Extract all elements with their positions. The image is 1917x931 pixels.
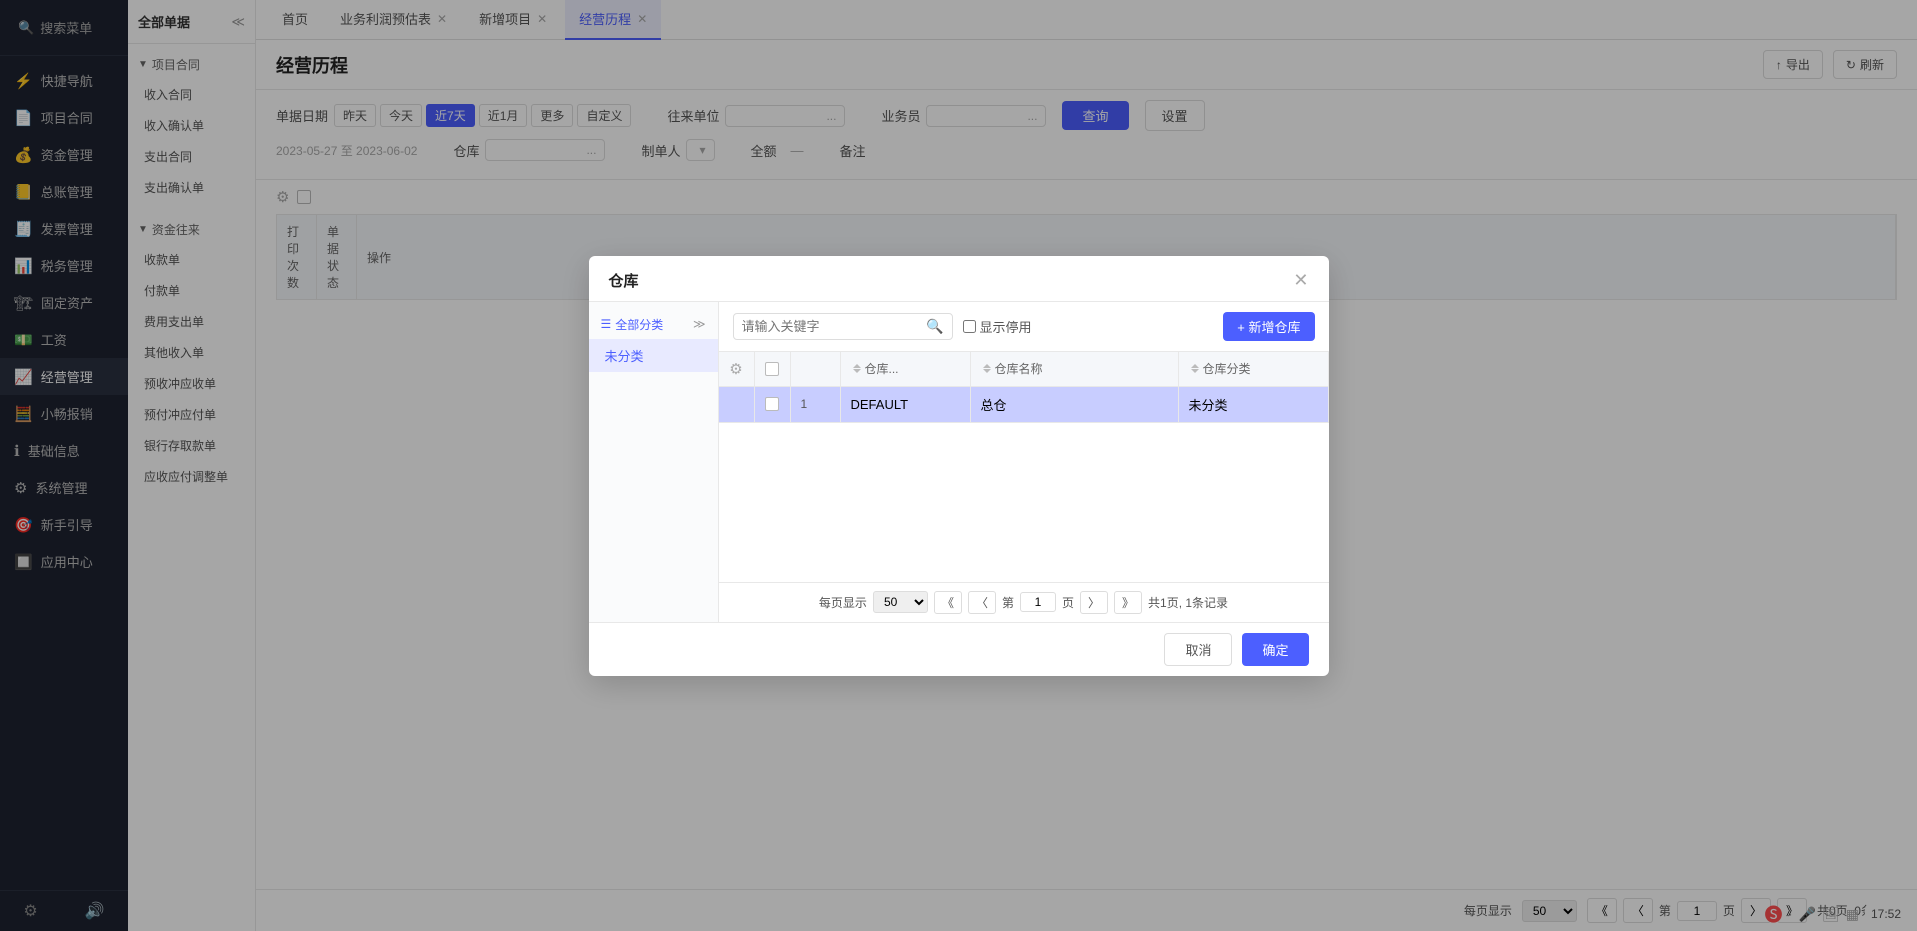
all-category-label: 全部分类 xyxy=(615,316,663,333)
add-warehouse-label: + 新增仓库 xyxy=(1237,317,1300,336)
dialog-close-button[interactable]: ✕ xyxy=(1293,270,1308,291)
dialog-table-row[interactable]: 1 DEFAULT 总仓 未分类 xyxy=(719,387,1329,423)
dialog-last-page[interactable]: 》 xyxy=(1114,591,1142,614)
show-disabled-text: 显示停用 xyxy=(980,317,1032,336)
dialog-row-checkbox-1[interactable] xyxy=(765,397,779,411)
dialog-th-name: 仓库名称 xyxy=(971,352,1179,386)
dialog-th-code-label: 仓库... xyxy=(865,360,899,377)
warehouse-dialog: 仓库 ✕ ☰ 全部分类 ≫ 未分类 🔍 xyxy=(589,256,1329,676)
dialog-td-name-1: 总仓 xyxy=(971,387,1179,422)
dialog-page-input[interactable] xyxy=(1020,592,1056,612)
confirm-button[interactable]: 确定 xyxy=(1242,633,1308,666)
dialog-search-input[interactable] xyxy=(742,319,927,334)
dialog-toolbar: 🔍 显示停用 + 新增仓库 xyxy=(719,302,1329,352)
dialog-next-page[interactable]: 〉 xyxy=(1080,591,1108,614)
dialog-th-name-label: 仓库名称 xyxy=(995,360,1043,377)
show-disabled-label[interactable]: 显示停用 xyxy=(963,317,1032,336)
dialog-left-scroll xyxy=(589,372,718,614)
dialog-th-category: 仓库分类 xyxy=(1179,352,1329,386)
all-category-icon: ☰ xyxy=(601,317,612,331)
dialog-header: 仓库 ✕ xyxy=(589,256,1329,302)
dialog-search-icon: 🔍 xyxy=(926,318,943,335)
dialog-page-suffix: 页 xyxy=(1062,594,1074,611)
dialog-total-records: 共1页, 1条记录 xyxy=(1148,594,1228,611)
dialog-td-category-1: 未分类 xyxy=(1179,387,1329,422)
dialog-td-code-1: DEFAULT xyxy=(841,387,971,422)
dialog-table: ⚙ 仓库... 仓库名称 xyxy=(719,352,1329,582)
dialog-th-check[interactable] xyxy=(755,352,791,386)
dialog-prev-page[interactable]: 〈 xyxy=(968,591,996,614)
dialog-td-settings-1 xyxy=(719,387,755,422)
dialog-td-no-1: 1 xyxy=(791,387,841,422)
dialog-th-settings[interactable]: ⚙ xyxy=(719,352,755,386)
show-disabled-checkbox[interactable] xyxy=(963,320,976,333)
add-warehouse-button[interactable]: + 新增仓库 xyxy=(1223,312,1314,341)
dialog-search-box[interactable]: 🔍 xyxy=(733,313,953,340)
dialog-left-uncategorized[interactable]: 未分类 xyxy=(589,339,718,372)
dialog-footer: 取消 确定 xyxy=(589,622,1329,676)
dialog-all-category[interactable]: ☰ 全部分类 ≫ xyxy=(589,310,718,339)
dialog-body: ☰ 全部分类 ≫ 未分类 🔍 显示停用 xyxy=(589,302,1329,622)
dialog-th-cat-label: 仓库分类 xyxy=(1203,360,1251,377)
dialog-left-toggle-icon[interactable]: ≫ xyxy=(693,317,706,331)
dialog-title: 仓库 xyxy=(609,270,1294,291)
dialog-pagination: 每页显示 50 100 《 〈 第 页 〉 》 共1页, 1条记录 xyxy=(719,582,1329,622)
modal-overlay[interactable]: 仓库 ✕ ☰ 全部分类 ≫ 未分类 🔍 xyxy=(0,0,1917,931)
dialog-th-code: 仓库... xyxy=(841,352,971,386)
dialog-th-gear-icon[interactable]: ⚙ xyxy=(729,360,742,378)
dialog-select-all[interactable] xyxy=(765,362,779,376)
dialog-right-panel: 🔍 显示停用 + 新增仓库 ⚙ xyxy=(719,302,1329,622)
dialog-per-page-label: 每页显示 xyxy=(819,594,867,611)
dialog-first-page[interactable]: 《 xyxy=(934,591,962,614)
dialog-th-no xyxy=(791,352,841,386)
cancel-button[interactable]: 取消 xyxy=(1164,633,1232,666)
dialog-table-header: ⚙ 仓库... 仓库名称 xyxy=(719,352,1329,387)
dialog-td-check-1[interactable] xyxy=(755,387,791,422)
dialog-per-page-select[interactable]: 50 100 xyxy=(873,591,928,613)
dialog-page-prefix: 第 xyxy=(1002,594,1014,611)
dialog-left-panel: ☰ 全部分类 ≫ 未分类 xyxy=(589,302,719,622)
